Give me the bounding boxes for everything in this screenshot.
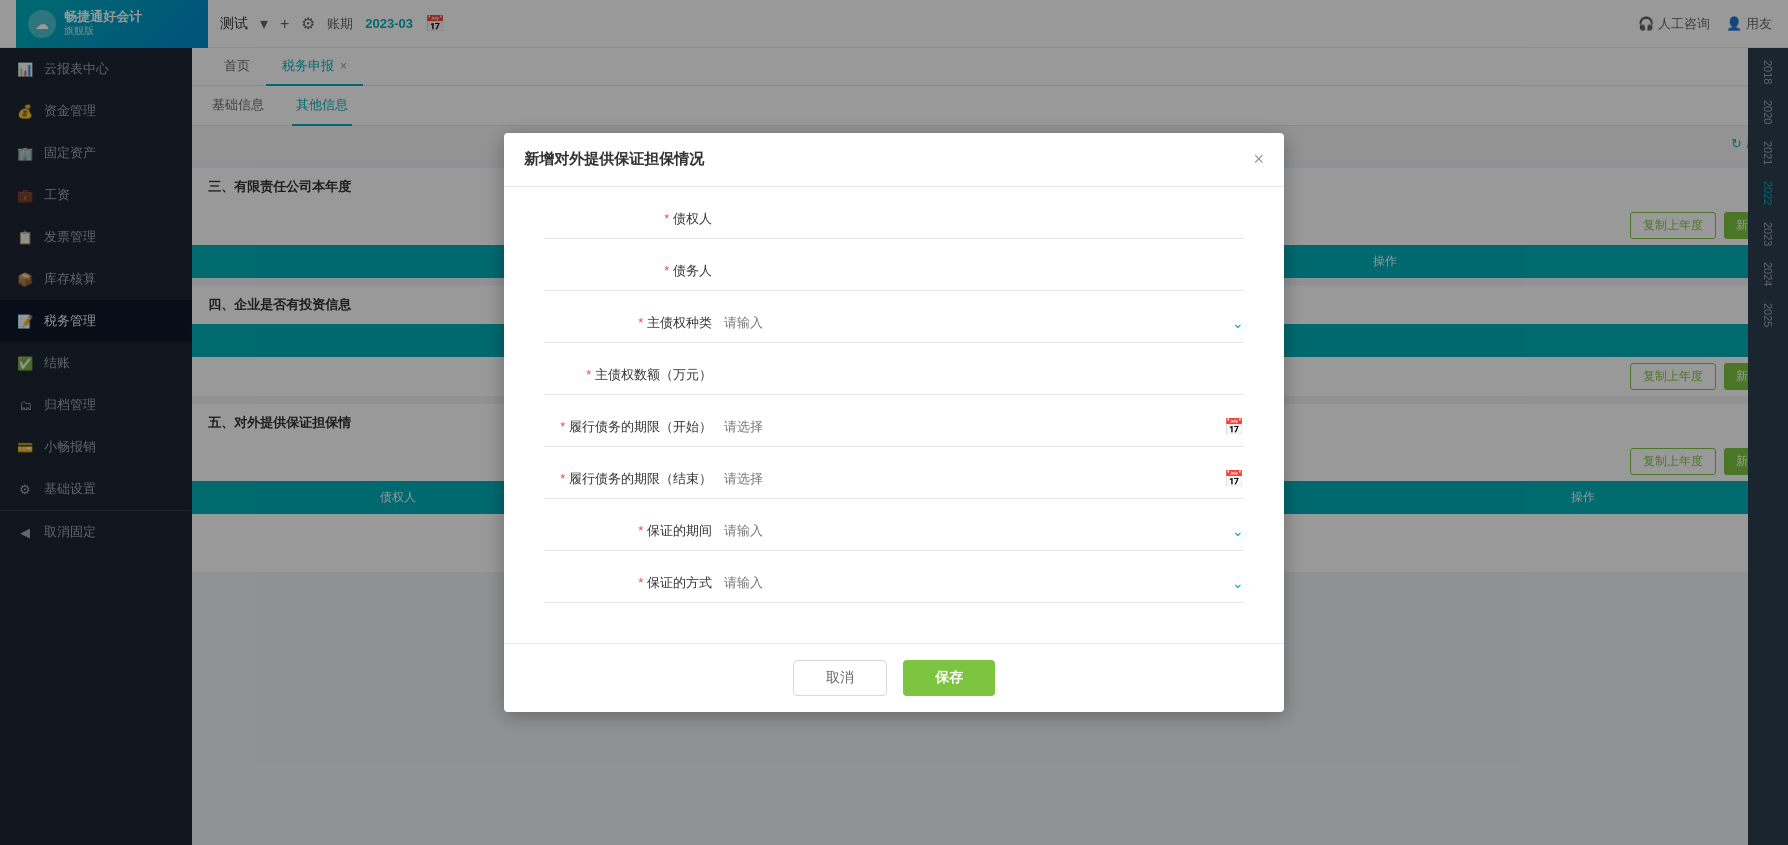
guarantee-method-chevron-icon[interactable]: ⌄ <box>1232 575 1244 591</box>
debtor-label: * 债务人 <box>544 262 724 280</box>
form-row-debtor: * 债务人 <box>544 259 1244 291</box>
period-start-wrap: 📅 <box>724 415 1244 438</box>
guarantee-method-input[interactable] <box>724 571 1224 594</box>
claim-type-input[interactable] <box>724 311 1224 334</box>
guarantee-method-wrap: ⌄ <box>724 571 1244 594</box>
guarantee-period-input[interactable] <box>724 519 1224 542</box>
creditor-input[interactable] <box>724 207 1244 230</box>
modal-header: 新增对外提供保证担保情况 × <box>504 133 1284 187</box>
guarantee-period-wrap: ⌄ <box>724 519 1244 542</box>
guarantee-period-chevron-icon[interactable]: ⌄ <box>1232 523 1244 539</box>
modal-overlay[interactable]: 新增对外提供保证担保情况 × * 债权人 * 债务人 <box>0 0 1788 845</box>
cancel-button[interactable]: 取消 <box>793 660 887 696</box>
guarantee-method-label: * 保证的方式 <box>544 574 724 592</box>
form-row-claim-amount: * 主债权数额（万元） <box>544 363 1244 395</box>
period-end-label: * 履行债务的期限（结束） <box>544 470 724 488</box>
form-row-guarantee-method: * 保证的方式 ⌄ <box>544 571 1244 603</box>
claim-type-select-wrap: ⌄ <box>724 311 1244 334</box>
claim-amount-label: * 主债权数额（万元） <box>544 366 724 384</box>
form-row-creditor: * 债权人 <box>544 207 1244 239</box>
form-row-guarantee-period: * 保证的期间 ⌄ <box>544 519 1244 551</box>
modal: 新增对外提供保证担保情况 × * 债权人 * 债务人 <box>504 133 1284 712</box>
guarantee-period-label: * 保证的期间 <box>544 522 724 540</box>
modal-close-button[interactable]: × <box>1253 149 1264 170</box>
modal-footer: 取消 保存 <box>504 643 1284 712</box>
period-end-wrap: 📅 <box>724 467 1244 490</box>
form-row-claim-type: * 主债权种类 ⌄ <box>544 311 1244 343</box>
modal-title: 新增对外提供保证担保情况 <box>524 150 704 169</box>
claim-amount-input[interactable] <box>724 363 1244 386</box>
period-start-calendar-icon[interactable]: 📅 <box>1224 417 1244 436</box>
period-end-input[interactable] <box>724 467 1216 490</box>
claim-type-chevron-icon[interactable]: ⌄ <box>1232 315 1244 331</box>
period-end-calendar-icon[interactable]: 📅 <box>1224 469 1244 488</box>
modal-body: * 债权人 * 债务人 * 主债权种类 <box>504 187 1284 643</box>
debtor-input[interactable] <box>724 259 1244 282</box>
form-row-period-start: * 履行债务的期限（开始） 📅 <box>544 415 1244 447</box>
period-start-label: * 履行债务的期限（开始） <box>544 418 724 436</box>
creditor-label: * 债权人 <box>544 210 724 228</box>
save-button[interactable]: 保存 <box>903 660 995 696</box>
form-row-period-end: * 履行债务的期限（结束） 📅 <box>544 467 1244 499</box>
period-start-input[interactable] <box>724 415 1216 438</box>
claim-type-label: * 主债权种类 <box>544 314 724 332</box>
